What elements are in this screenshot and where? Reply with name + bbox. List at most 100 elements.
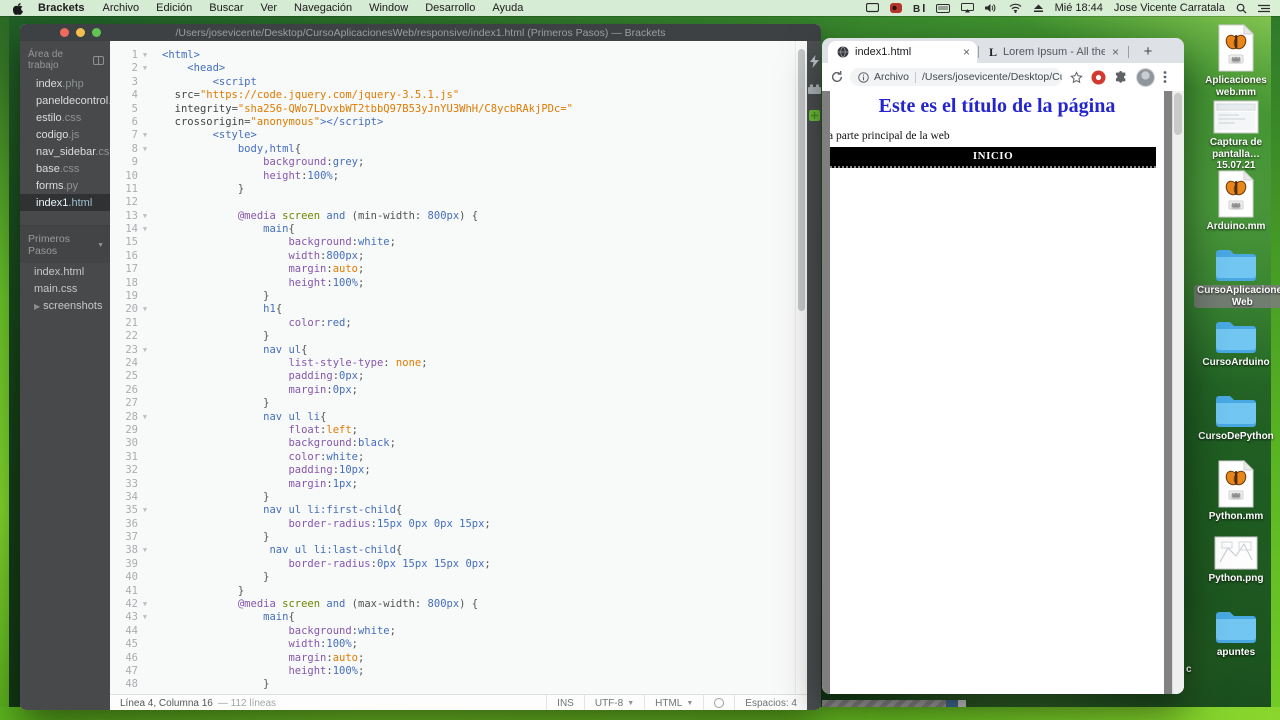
code-line-21[interactable]: 21 color:red; xyxy=(110,317,795,330)
desktop-icon-cursodepython[interactable]: CursoDePython xyxy=(1194,392,1278,443)
menu-ver[interactable]: Ver xyxy=(261,2,278,14)
tab-close-icon[interactable]: × xyxy=(1112,46,1119,58)
fold-arrow-icon[interactable]: ▼ xyxy=(138,504,152,517)
project-file-index[interactable]: index.html xyxy=(20,263,110,280)
code-line-34[interactable]: 34 } xyxy=(110,491,795,504)
editor-scrollbar-thumb[interactable] xyxy=(798,49,805,311)
code-line-19[interactable]: 19 } xyxy=(110,290,795,303)
menu-navegación[interactable]: Navegación xyxy=(294,2,352,14)
search-icon[interactable] xyxy=(1236,3,1247,14)
desktop-icon-apuntes[interactable]: apuntes xyxy=(1194,608,1278,659)
code-editor[interactable]: 1 ▼ <html> 2 ▼ <head> 3 <script 4 src="https:/… xyxy=(110,41,795,694)
fold-arrow-icon[interactable]: ▼ xyxy=(138,49,152,62)
wifi-icon[interactable] xyxy=(1009,3,1022,13)
working-file-index1[interactable]: index1.html xyxy=(20,194,110,211)
fold-arrow-icon[interactable]: ▼ xyxy=(138,303,152,316)
code-line-5[interactable]: 5 integrity="sha256-QWo7LDvxbWT2tbbQ97B5… xyxy=(110,103,795,116)
menu-window[interactable]: Window xyxy=(369,2,408,14)
fold-arrow-icon[interactable]: ▼ xyxy=(138,611,152,624)
working-file-estilo[interactable]: estilo.css xyxy=(20,109,110,126)
fold-arrow-icon[interactable]: ▼ xyxy=(138,143,152,156)
encoding-selector[interactable]: UTF-8 ▼ xyxy=(583,695,644,710)
code-line-7[interactable]: 7 ▼ <style> xyxy=(110,129,795,142)
new-tab-button[interactable]: + xyxy=(1138,42,1158,62)
code-line-9[interactable]: 9 background:grey; xyxy=(110,156,795,169)
code-line-14[interactable]: 14 ▼ main{ xyxy=(110,223,795,236)
code-line-15[interactable]: 15 background:white; xyxy=(110,236,795,249)
code-line-12[interactable]: 12 xyxy=(110,196,795,209)
working-file-nav_sidebar[interactable]: nav_sidebar.css xyxy=(20,143,115,160)
code-line-3[interactable]: 3 <script xyxy=(110,76,795,89)
eject-icon[interactable] xyxy=(1033,3,1044,13)
language-selector[interactable]: HTML ▼ xyxy=(644,695,703,710)
lint-status[interactable] xyxy=(703,695,734,710)
reload-icon[interactable] xyxy=(830,70,844,84)
live-preview-icon[interactable] xyxy=(809,55,820,68)
desktop-icon-captura-depantalla-15-07-21[interactable]: Captura de pantalla…15.07.21 xyxy=(1194,100,1278,172)
extensions-puzzle-icon[interactable] xyxy=(1114,70,1128,84)
code-line-10[interactable]: 10 height:100%; xyxy=(110,170,795,183)
page-scrollbar-thumb[interactable] xyxy=(1174,93,1182,135)
tab-index1[interactable]: index1.html × xyxy=(828,41,977,63)
working-file-base[interactable]: base.css xyxy=(20,160,110,177)
code-line-44[interactable]: 44 background:white; xyxy=(110,625,795,638)
code-line-33[interactable]: 33 margin:1px; xyxy=(110,478,795,491)
code-line-40[interactable]: 40 } xyxy=(110,571,795,584)
code-line-45[interactable]: 45 width:100%; xyxy=(110,638,795,651)
fold-arrow-icon[interactable]: ▼ xyxy=(138,62,152,75)
code-line-18[interactable]: 18 height:100%; xyxy=(110,277,795,290)
keyboard-icon[interactable] xyxy=(935,3,950,13)
code-line-41[interactable]: 41 } xyxy=(110,585,795,598)
code-line-31[interactable]: 31 color:white; xyxy=(110,451,795,464)
menubar-clock[interactable]: Mié 18:44 xyxy=(1055,2,1103,14)
code-line-17[interactable]: 17 margin:auto; xyxy=(110,263,795,276)
working-file-index[interactable]: index.php xyxy=(20,75,110,92)
profile-avatar[interactable] xyxy=(1136,67,1155,87)
working-file-paneldecontrol[interactable]: paneldecontrol.php xyxy=(20,92,130,109)
address-bar[interactable]: Archivo /Users/josevicente/Desktop/Cur..… xyxy=(850,68,1062,86)
code-line-16[interactable]: 16 width:800px; xyxy=(110,250,795,263)
brackets-titlebar[interactable]: /Users/josevicente/Desktop/CursoAplicaci… xyxy=(20,24,821,41)
code-line-13[interactable]: 13 ▼ @media screen and (min-width: 800px)… xyxy=(110,210,795,223)
code-line-29[interactable]: 29 float:left; xyxy=(110,424,795,437)
screen-record-icon[interactable] xyxy=(889,3,902,13)
desktop-icon-python-mm[interactable]: MM Python.mm xyxy=(1194,460,1278,523)
desktop-icon-cursoarduino[interactable]: CursoArduino xyxy=(1194,318,1278,369)
code-line-1[interactable]: 1 ▼ <html> xyxy=(110,49,795,62)
display-icon[interactable] xyxy=(865,3,879,13)
working-file-forms[interactable]: forms.py xyxy=(20,177,110,194)
menu-ayuda[interactable]: Ayuda xyxy=(492,2,523,14)
tab-lorem-ipsum[interactable]: L Lorem Ipsum - All the facts × xyxy=(980,41,1126,63)
bookmark-star-icon[interactable] xyxy=(1070,70,1083,84)
fold-arrow-icon[interactable]: ▼ xyxy=(138,598,152,611)
code-line-23[interactable]: 23 ▼ nav ul{ xyxy=(110,344,795,357)
tab-close-icon[interactable]: × xyxy=(963,46,970,58)
volume-icon[interactable] xyxy=(984,3,998,13)
code-line-42[interactable]: 42 ▼ @media screen and (max-width: 800px)… xyxy=(110,598,795,611)
desktop-icon-python-png[interactable]: Python.png xyxy=(1194,536,1278,585)
code-line-30[interactable]: 30 background:black; xyxy=(110,437,795,450)
extension-manager-icon[interactable] xyxy=(807,84,821,94)
code-line-25[interactable]: 25 padding:0px; xyxy=(110,370,795,383)
apple-menu-icon[interactable] xyxy=(13,2,24,15)
desktop-icon-cursoaplicacionesweb[interactable]: CursoAplicaciones Web xyxy=(1194,246,1280,308)
menu-edición[interactable]: Edición xyxy=(156,2,192,14)
code-line-8[interactable]: 8 ▼ body,html{ xyxy=(110,143,795,156)
menubar-user[interactable]: Jose Vicente Carratala xyxy=(1114,2,1225,14)
code-line-22[interactable]: 22 } xyxy=(110,330,795,343)
fold-arrow-icon[interactable]: ▼ xyxy=(138,344,152,357)
code-line-43[interactable]: 43 ▼ main{ xyxy=(110,611,795,624)
page-scrollbar[interactable] xyxy=(1172,91,1184,694)
insert-mode-indicator[interactable]: INS xyxy=(546,695,584,710)
split-view-icon[interactable] xyxy=(93,55,104,65)
page-nav-inicio[interactable]: INICIO xyxy=(830,147,1156,168)
fold-arrow-icon[interactable]: ▼ xyxy=(138,223,152,236)
project-file-screenshots[interactable]: ▶ screenshots xyxy=(20,297,110,314)
code-line-2[interactable]: 2 ▼ <head> xyxy=(110,62,795,75)
active-app-name[interactable]: Brackets xyxy=(38,2,84,14)
control-center-icon[interactable] xyxy=(1258,4,1270,13)
menu-desarrollo[interactable]: Desarrollo xyxy=(425,2,475,14)
indent-setting[interactable]: Espacios: 4 xyxy=(734,695,807,710)
desktop-icon-aplicacionesweb-mm[interactable]: MM Aplicaciones web.mm xyxy=(1194,24,1278,98)
boom-app-icon[interactable]: B xyxy=(913,3,925,13)
